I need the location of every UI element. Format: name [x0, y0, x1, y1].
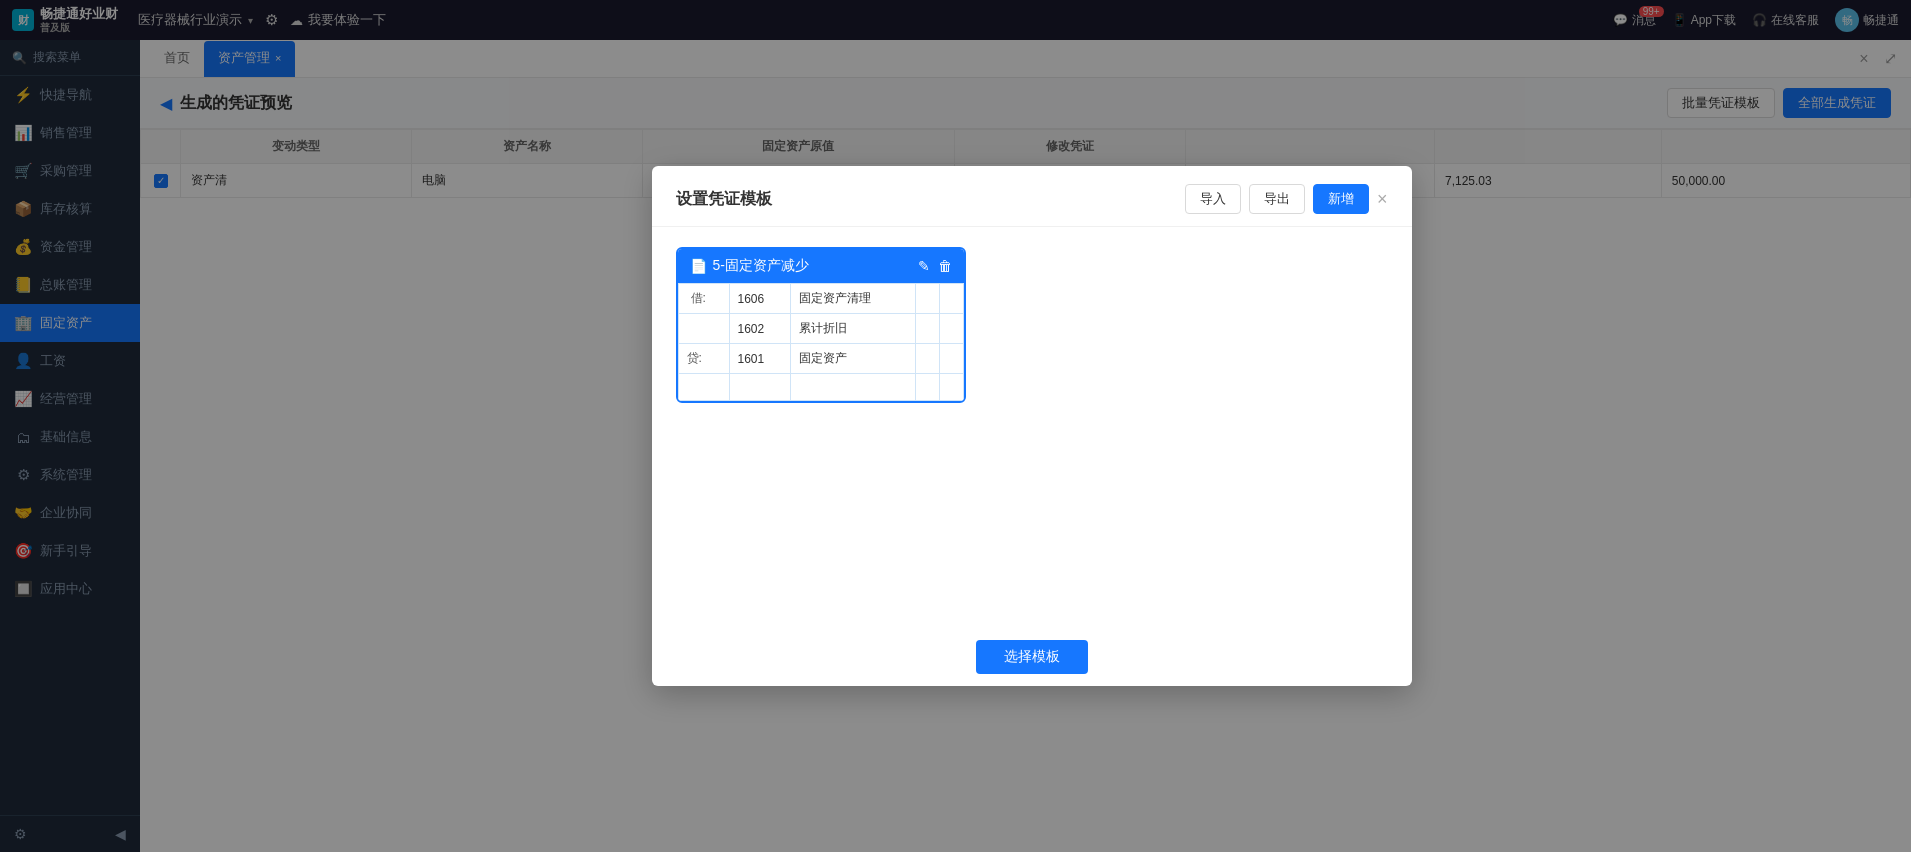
template-empty-0 — [678, 374, 729, 401]
modal-body: 📄 5-固定资产减少 ✎ 🗑 借: 1606 固定资产清理 — [652, 227, 1412, 628]
template-card-actions: ✎ 🗑 — [918, 258, 952, 274]
template-row-2-debit — [915, 344, 939, 374]
template-row-2-type: 贷: — [678, 344, 729, 374]
template-row-1-type — [678, 314, 729, 344]
template-card: 📄 5-固定资产减少 ✎ 🗑 借: 1606 固定资产清理 — [676, 247, 966, 403]
modal-footer: 选择模板 — [652, 628, 1412, 686]
template-row-1-code: 1602 — [729, 314, 790, 344]
template-table: 借: 1606 固定资产清理 1602 累计折旧 — [678, 283, 964, 401]
template-row-0-debit — [915, 284, 939, 314]
template-card-body: 借: 1606 固定资产清理 1602 累计折旧 — [678, 283, 964, 401]
template-card-header: 📄 5-固定资产减少 ✎ 🗑 — [678, 249, 964, 283]
modal-title: 设置凭证模板 — [676, 189, 772, 210]
template-row-1-credit — [939, 314, 963, 344]
select-template-btn[interactable]: 选择模板 — [976, 640, 1088, 674]
template-row-0: 借: 1606 固定资产清理 — [678, 284, 963, 314]
template-row-empty — [678, 374, 963, 401]
modal-close-btn[interactable]: × — [1377, 190, 1388, 208]
modal-header: 设置凭证模板 导入 导出 新增 × — [652, 166, 1412, 227]
template-row-1-subject: 累计折旧 — [790, 314, 915, 344]
new-btn[interactable]: 新增 — [1313, 184, 1369, 214]
modal-set-voucher-template: 设置凭证模板 导入 导出 新增 × 📄 5-固定资产减少 ✎ 🗑 — [652, 166, 1412, 686]
template-empty-4 — [939, 374, 963, 401]
template-row-0-subject: 固定资产清理 — [790, 284, 915, 314]
template-empty-2 — [790, 374, 915, 401]
template-row-0-code: 1606 — [729, 284, 790, 314]
template-row-1-debit — [915, 314, 939, 344]
template-delete-icon[interactable]: 🗑 — [938, 258, 952, 274]
template-doc-icon: 📄 — [690, 258, 707, 274]
template-row-2-code: 1601 — [729, 344, 790, 374]
template-card-title: 📄 5-固定资产减少 — [690, 257, 809, 275]
template-row-0-type: 借: — [678, 284, 729, 314]
template-row-2: 贷: 1601 固定资产 — [678, 344, 963, 374]
template-edit-icon[interactable]: ✎ — [918, 258, 930, 274]
import-btn[interactable]: 导入 — [1185, 184, 1241, 214]
template-row-2-subject: 固定资产 — [790, 344, 915, 374]
template-empty-3 — [915, 374, 939, 401]
export-btn[interactable]: 导出 — [1249, 184, 1305, 214]
template-row-2-credit — [939, 344, 963, 374]
template-row-0-credit — [939, 284, 963, 314]
modal-header-btns: 导入 导出 新增 × — [1185, 184, 1388, 214]
template-name: 5-固定资产减少 — [713, 257, 809, 275]
template-row-1: 1602 累计折旧 — [678, 314, 963, 344]
template-empty-1 — [729, 374, 790, 401]
